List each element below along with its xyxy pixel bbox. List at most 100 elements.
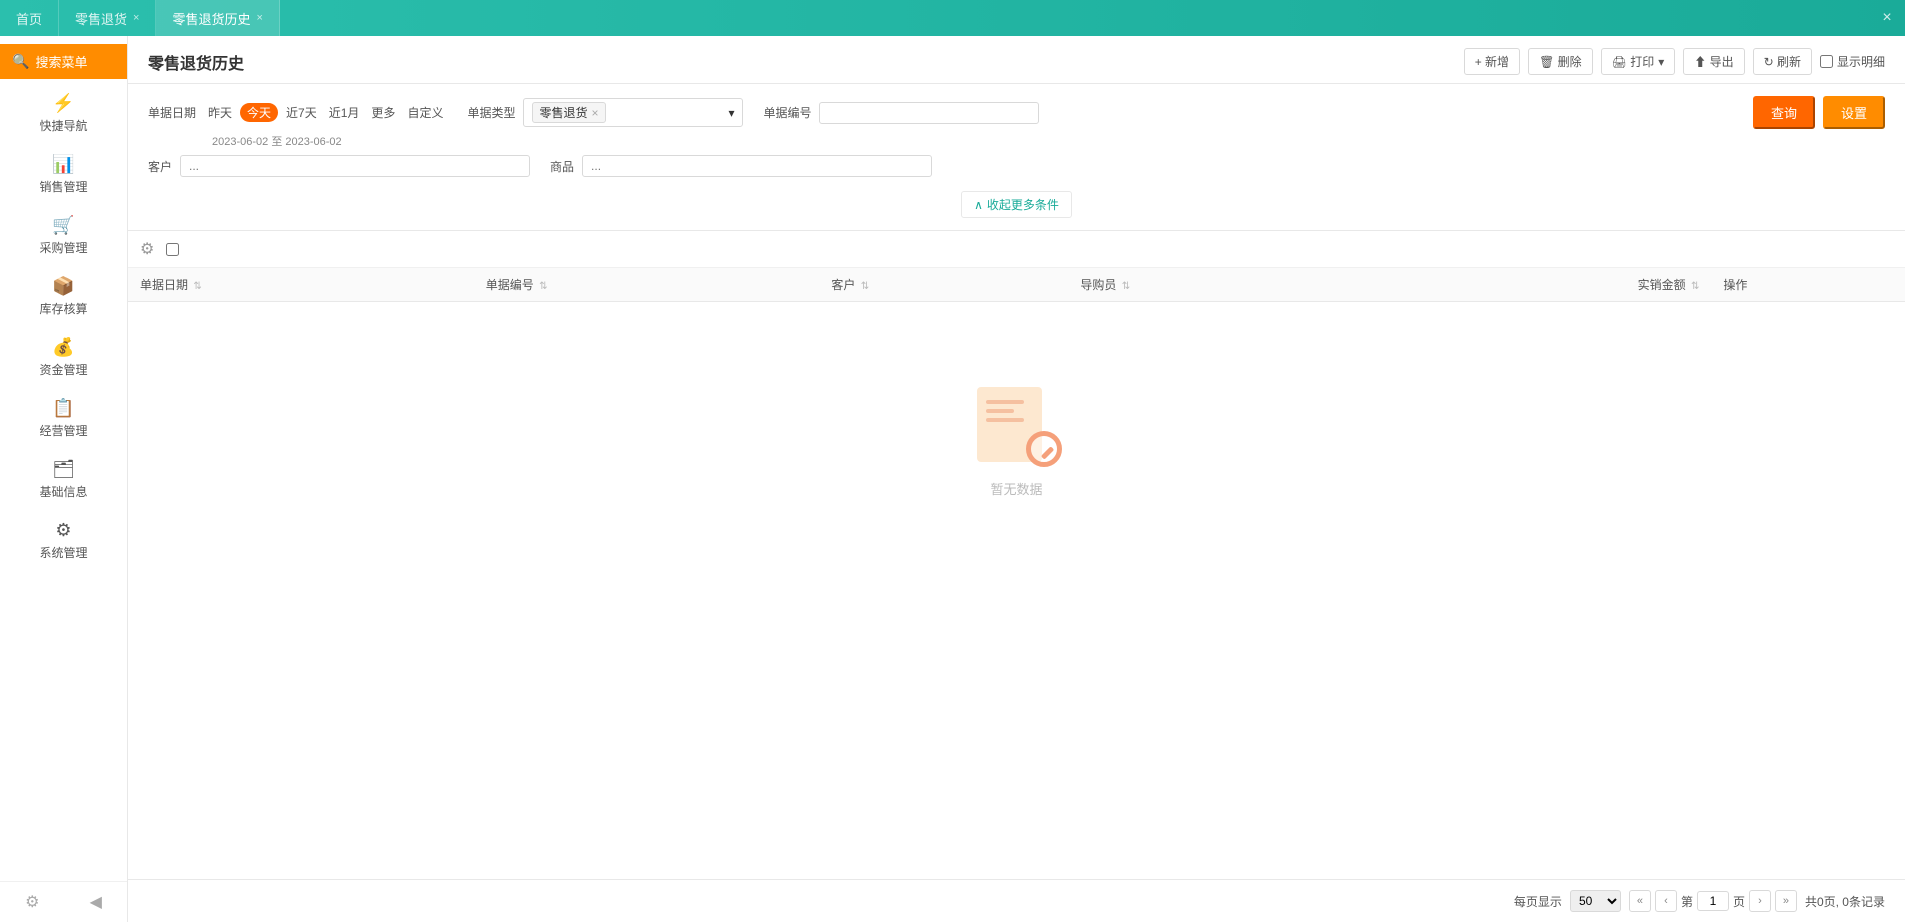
settings-button-label: 设置 xyxy=(1841,106,1867,121)
col-customer-label: 客户 xyxy=(831,278,855,292)
col-customer[interactable]: 客户 ⇅ xyxy=(819,268,1068,302)
col-number[interactable]: 单据编号 ⇅ xyxy=(474,268,820,302)
main-content: 零售退货历史 + 新增 🗑 删除 🖨 打印 ▾ ⬆ 导出 ↻ 刷新 xyxy=(128,36,1905,922)
sidebar-item-system-mgmt[interactable]: ⚙ 系统管理 xyxy=(0,510,127,571)
print-button[interactable]: 🖨 打印 ▾ xyxy=(1601,48,1676,75)
empty-illustration xyxy=(972,382,1062,467)
topbar: 首页 零售退货 × 零售退货历史 × × xyxy=(0,0,1905,36)
customer-filter: 客户 xyxy=(148,155,530,177)
col-guide-label: 导购员 xyxy=(1080,278,1116,292)
main-layout: 🔍 搜索菜单 ⚡ 快捷导航 📊 销售管理 🛒 采购管理 📦 库存核算 💰 资金管… xyxy=(0,36,1905,922)
col-number-label: 单据编号 xyxy=(486,278,534,292)
page-first-button[interactable]: « xyxy=(1629,890,1651,912)
sidebar-item-purchase-label: 采购管理 xyxy=(39,239,87,256)
table-wrap: ⚙ 单据日期 ⇅ 单据编号 ⇅ 客户 xyxy=(128,231,1905,879)
add-button[interactable]: + 新增 xyxy=(1464,48,1520,75)
query-button[interactable]: 查询 xyxy=(1753,96,1815,129)
filter-area: 单据日期 昨天 今天 近7天 近1月 更多 自定义 单据类型 xyxy=(128,84,1905,231)
delete-button-label: 🗑 删除 xyxy=(1539,53,1582,70)
col-amount[interactable]: 实销金额 ⇅ xyxy=(1366,268,1712,302)
doc-type-dropdown-arrow: ▾ xyxy=(728,106,734,120)
date-btn-custom[interactable]: 自定义 xyxy=(403,103,447,122)
date-btn-more[interactable]: 更多 xyxy=(367,103,399,122)
collapse-icon: ∧ xyxy=(974,198,983,212)
filter-row-1: 单据日期 昨天 今天 近7天 近1月 更多 自定义 单据类型 xyxy=(148,96,1885,129)
search-icon: 🔍 xyxy=(12,53,29,70)
table-toolbar: ⚙ xyxy=(128,231,1905,268)
doc-type-filter: 单据类型 零售退货 × ▾ xyxy=(467,98,743,127)
tab-retail-return-history-close[interactable]: × xyxy=(256,12,262,24)
page-size-label: 每页显示 xyxy=(1514,893,1562,910)
sidebar-item-sales-mgmt[interactable]: 📊 销售管理 xyxy=(0,144,127,205)
tab-retail-return-close[interactable]: × xyxy=(133,12,139,24)
sidebar-item-business-label: 经营管理 xyxy=(39,422,87,439)
show-detail-label-text: 显示明细 xyxy=(1837,53,1885,70)
tab-home[interactable]: 首页 xyxy=(0,0,59,36)
col-amount-label: 实销金额 xyxy=(1638,278,1686,292)
sidebar-item-quick-nav[interactable]: ⚡ 快捷导航 xyxy=(0,83,127,144)
pagination: 每页显示 20 50 100 « ‹ 第 页 › » 共0页, 0条记录 xyxy=(128,879,1905,922)
page-next-button[interactable]: › xyxy=(1749,890,1771,912)
sidebar-item-basic-info[interactable]: 🗂 基础信息 xyxy=(0,449,127,510)
select-all-checkbox[interactable] xyxy=(166,243,179,256)
tab-retail-return[interactable]: 零售退货 × xyxy=(59,0,156,36)
date-filter-label: 单据日期 xyxy=(148,104,196,121)
goods-input[interactable] xyxy=(582,155,932,177)
inventory-icon: 📦 xyxy=(52,276,74,297)
date-range-text: 2023-06-02 至 2023-06-02 xyxy=(212,136,342,148)
date-btn-month[interactable]: 近1月 xyxy=(325,103,364,122)
tab-retail-return-history[interactable]: 零售退货历史 × xyxy=(156,0,279,36)
show-detail-checkbox[interactable] xyxy=(1820,55,1833,68)
col-guide[interactable]: 导购员 ⇅ xyxy=(1068,268,1365,302)
delete-button[interactable]: 🗑 删除 xyxy=(1528,48,1593,75)
doc-type-tag-close[interactable]: × xyxy=(591,106,598,120)
doc-type-label: 单据类型 xyxy=(467,104,515,121)
window-close-button[interactable]: × xyxy=(1869,0,1905,36)
sidebar-collapse-button[interactable]: ◀ xyxy=(90,892,102,912)
doc-number-input[interactable] xyxy=(819,102,1039,124)
sidebar-item-sales-label: 销售管理 xyxy=(39,178,87,195)
add-button-label: + 新增 xyxy=(1475,53,1509,70)
page-size-select[interactable]: 20 50 100 xyxy=(1570,890,1621,912)
doc-type-select[interactable]: 零售退货 × ▾ xyxy=(523,98,743,127)
doc-number-filter: 单据编号 xyxy=(763,102,1039,124)
filter-row-2: 客户 商品 xyxy=(148,155,1885,177)
page-last-button[interactable]: » xyxy=(1775,890,1797,912)
refresh-button[interactable]: ↻ 刷新 xyxy=(1753,48,1812,75)
sidebar-settings-button[interactable]: ⚙ xyxy=(25,892,39,912)
doc-line-3 xyxy=(986,418,1024,422)
sidebar-item-purchase-mgmt[interactable]: 🛒 采购管理 xyxy=(0,205,127,266)
customer-input[interactable] xyxy=(180,155,530,177)
page-navigation: « ‹ 第 页 › » xyxy=(1629,890,1797,912)
date-btn-week[interactable]: 近7天 xyxy=(282,103,321,122)
settings-button[interactable]: 设置 xyxy=(1823,96,1885,129)
sidebar-item-system-label: 系统管理 xyxy=(39,544,87,561)
empty-state: 暂无数据 xyxy=(128,302,1905,578)
system-mgmt-icon: ⚙ xyxy=(55,520,71,541)
collapse-filter-button[interactable]: ∧ 收起更多条件 xyxy=(961,191,1072,218)
magnifier-handle xyxy=(1040,446,1053,459)
col-date[interactable]: 单据日期 ⇅ xyxy=(128,268,474,302)
tab-retail-return-history-label: 零售退货历史 xyxy=(172,9,250,28)
page-input[interactable] xyxy=(1697,891,1729,911)
business-icon: 📋 xyxy=(52,398,74,419)
topbar-tabs: 首页 零售退货 × 零售退货历史 × xyxy=(0,0,1869,36)
date-btn-today[interactable]: 今天 xyxy=(240,103,278,122)
sidebar-item-business-mgmt[interactable]: 📋 经营管理 xyxy=(0,388,127,449)
export-button[interactable]: ⬆ 导出 xyxy=(1683,48,1744,75)
sidebar-search[interactable]: 🔍 搜索菜单 xyxy=(0,44,127,79)
table-settings-icon[interactable]: ⚙ xyxy=(140,239,154,259)
page-title: 零售退货历史 xyxy=(148,50,244,74)
sidebar-item-inventory[interactable]: 📦 库存核算 xyxy=(0,266,127,327)
collapse-btn-label: 收起更多条件 xyxy=(987,196,1059,213)
sidebar-item-finance-mgmt[interactable]: 💰 资金管理 xyxy=(0,327,127,388)
empty-text: 暂无数据 xyxy=(990,479,1042,498)
tab-retail-return-label: 零售退货 xyxy=(75,9,127,28)
finance-icon: 💰 xyxy=(52,337,74,358)
goods-filter: 商品 xyxy=(550,155,932,177)
col-customer-sort: ⇅ xyxy=(861,281,869,292)
sidebar-item-inventory-label: 库存核算 xyxy=(39,300,87,317)
page-prev-button[interactable]: ‹ xyxy=(1655,890,1677,912)
show-detail-checkbox-label[interactable]: 显示明细 xyxy=(1820,53,1885,70)
date-btn-yesterday[interactable]: 昨天 xyxy=(204,103,236,122)
